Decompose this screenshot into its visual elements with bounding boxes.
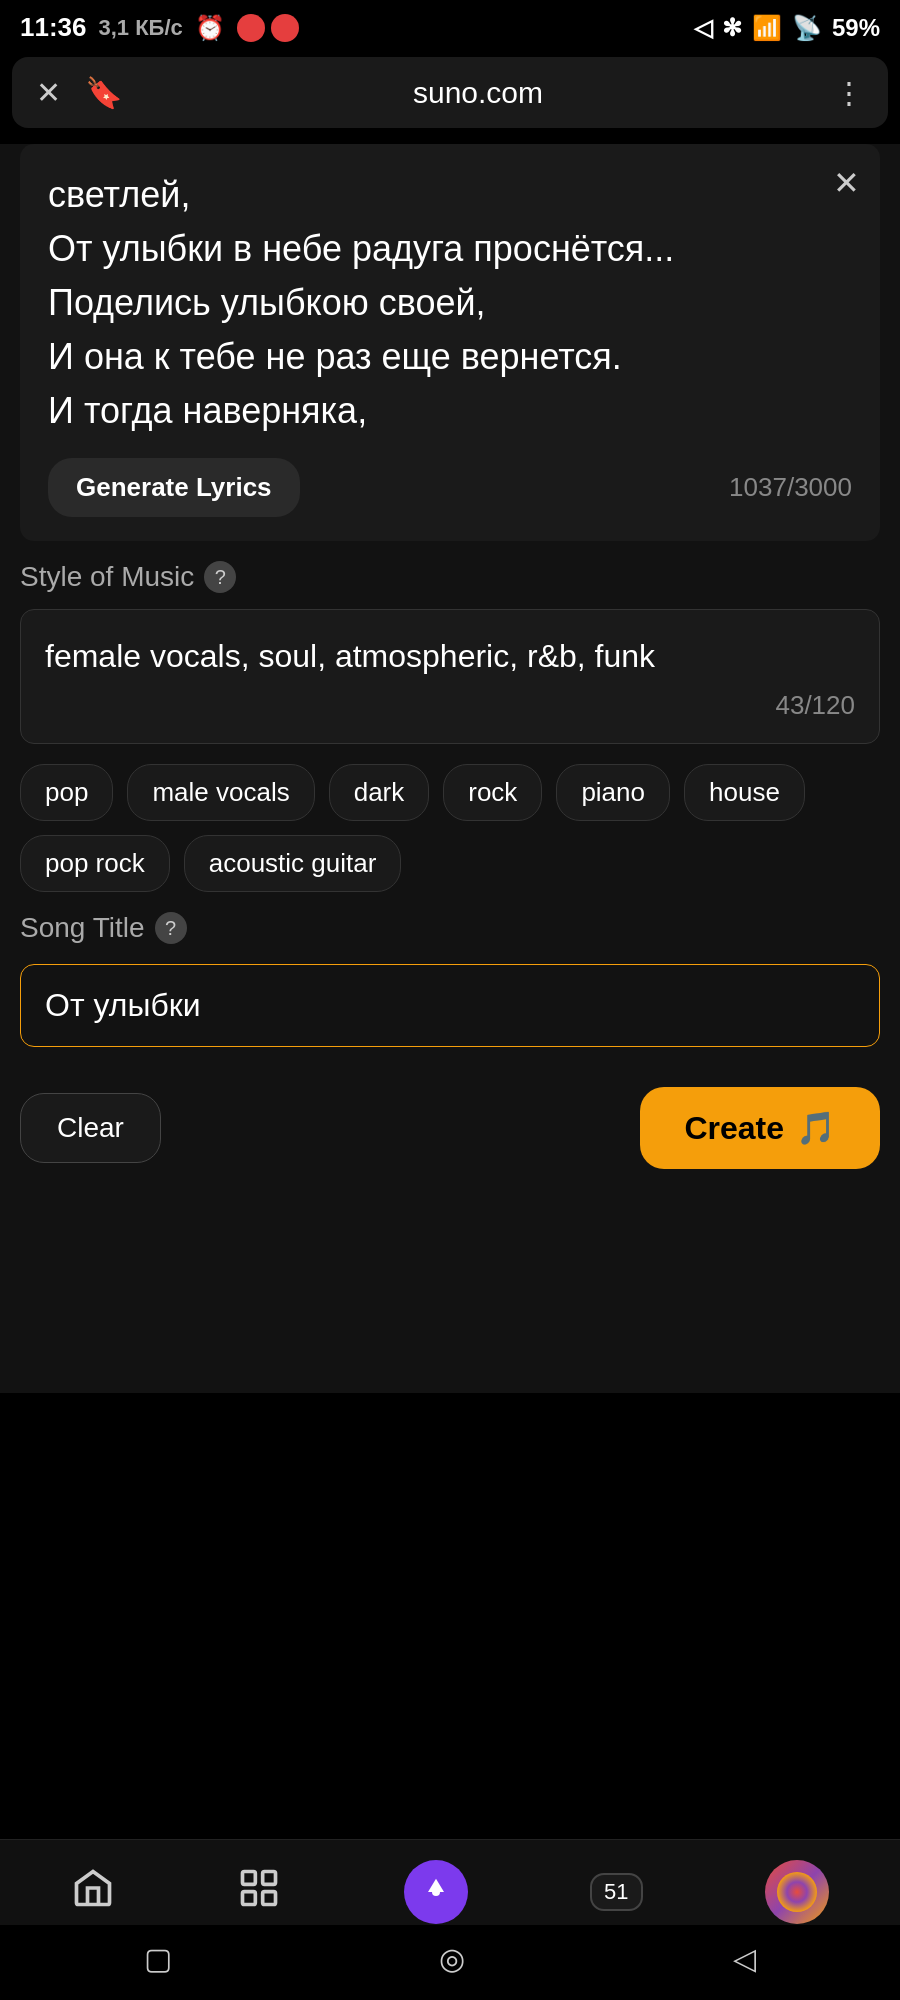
status-bar: 11:36 3,1 КБ/с ⏰ ◁ ✻ 📶 📡 59% (0, 0, 900, 51)
svg-point-4 (432, 1888, 440, 1896)
lyrics-text: светлей, От улыбки в небе радуга проснёт… (48, 168, 852, 438)
song-title-label: Song Title ? (20, 912, 880, 944)
browser-left-icons: ✕ 🔖 (36, 75, 122, 110)
network-speed: 3,1 КБ/с (99, 15, 183, 41)
android-nav-bar: ▢ ◎ ◁ (0, 1925, 900, 2000)
wifi-icon: 📡 (792, 14, 822, 42)
svg-rect-2 (243, 1891, 256, 1904)
android-home-button[interactable]: ◎ (439, 1941, 465, 1976)
song-title-section: Song Title ? (20, 912, 880, 1047)
style-of-music-section: Style of Music ? female vocals, soul, at… (20, 561, 880, 892)
close-tab-button[interactable]: ✕ (36, 75, 61, 110)
clear-button[interactable]: Clear (20, 1093, 161, 1163)
song-title-input[interactable] (20, 964, 880, 1047)
generate-lyrics-button[interactable]: Generate Lyrics (48, 458, 300, 517)
alarm-icon: ⏰ (195, 14, 225, 42)
style-tag-acoustic-guitar[interactable]: acoustic guitar (184, 835, 402, 892)
status-left: 11:36 3,1 КБ/с ⏰ (20, 12, 299, 43)
android-back-button[interactable]: ◁ (733, 1941, 756, 1976)
create-label: Create (684, 1110, 784, 1147)
svg-rect-0 (243, 1871, 256, 1884)
song-title-help-icon[interactable]: ? (155, 912, 187, 944)
style-tag-house[interactable]: house (684, 764, 805, 821)
lyrics-footer: Generate Lyrics 1037/3000 (48, 458, 852, 517)
android-recent-button[interactable]: ▢ (144, 1941, 172, 1976)
style-tag-male-vocals[interactable]: male vocals (127, 764, 314, 821)
create-button[interactable]: Create 🎵 (640, 1087, 880, 1169)
browser-bar: ✕ 🔖 suno.com ⋮ (12, 57, 888, 128)
notification-badge[interactable]: 51 (590, 1873, 642, 1911)
profile-avatar[interactable] (765, 1860, 829, 1924)
suno-button[interactable] (404, 1860, 468, 1924)
nav-profile[interactable] (765, 1860, 829, 1924)
lyrics-close-button[interactable]: ✕ (833, 164, 860, 202)
style-tag-dark[interactable]: dark (329, 764, 430, 821)
style-input-value[interactable]: female vocals, soul, atmospheric, r&b, f… (45, 632, 855, 680)
record-icon-1 (237, 14, 265, 42)
browser-right-icons: ⋮ (834, 75, 864, 110)
nav-notifications[interactable]: 51 (590, 1873, 642, 1911)
style-tag-rock[interactable]: rock (443, 764, 542, 821)
main-content: светлей, От улыбки в небе радуга проснёт… (0, 144, 900, 1393)
style-char-count: 43/120 (45, 690, 855, 721)
nav-suno[interactable] (404, 1860, 468, 1924)
bookmark-button[interactable]: 🔖 (85, 75, 122, 110)
svg-point-5 (777, 1872, 817, 1912)
signal-icon: 📶 (752, 14, 782, 42)
home-icon (71, 1866, 115, 1919)
action-area: Clear Create 🎵 (20, 1087, 880, 1169)
style-tag-piano[interactable]: piano (556, 764, 670, 821)
nav-home[interactable] (71, 1866, 115, 1919)
lyrics-box: светлей, От улыбки в небе радуга проснёт… (20, 144, 880, 541)
battery-display: 59% (832, 14, 880, 42)
time-display: 11:36 (20, 12, 87, 43)
status-right: ◁ ✻ 📶 📡 59% (694, 14, 880, 42)
style-input-box[interactable]: female vocals, soul, atmospheric, r&b, f… (20, 609, 880, 744)
nav-grid[interactable] (237, 1866, 281, 1919)
browser-menu-button[interactable]: ⋮ (834, 75, 864, 110)
svg-rect-3 (263, 1891, 276, 1904)
style-help-icon[interactable]: ? (204, 561, 236, 593)
location-icon: ◁ (694, 14, 712, 42)
lyrics-char-count: 1037/3000 (729, 472, 852, 503)
style-tags-container: popmale vocals darkrockpianohouse pop rock… (20, 764, 880, 892)
style-label: Style of Music ? (20, 561, 880, 593)
create-icon: 🎵 (796, 1109, 836, 1147)
record-icon-2 (271, 14, 299, 42)
bluetooth-icon: ✻ (722, 14, 742, 42)
grid-icon (237, 1866, 281, 1919)
url-display[interactable]: suno.com (413, 76, 543, 110)
svg-rect-1 (263, 1871, 276, 1884)
style-tag-pop[interactable]: pop (20, 764, 113, 821)
style-tag-pop-rock[interactable]: pop rock (20, 835, 170, 892)
